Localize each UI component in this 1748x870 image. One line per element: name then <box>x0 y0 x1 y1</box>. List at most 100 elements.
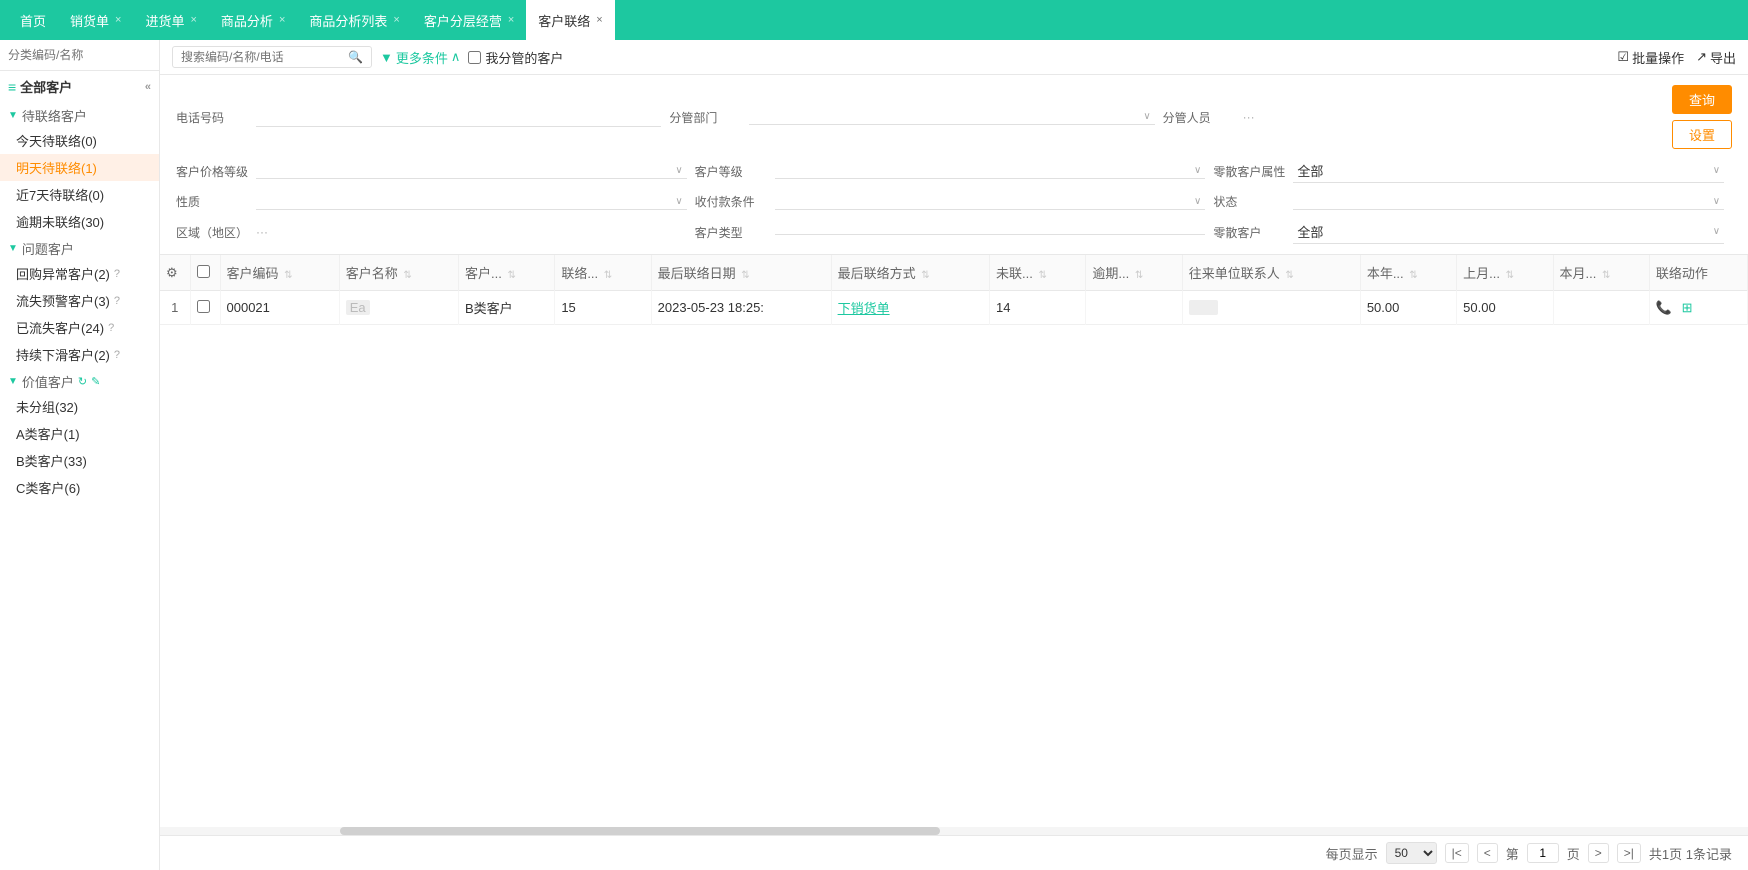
chevron-down-icon: ∨ <box>1143 111 1150 122</box>
col-gear[interactable]: ⚙ <box>160 255 190 291</box>
export-icon: ↗ <box>1696 49 1707 65</box>
phone-input[interactable] <box>256 108 661 127</box>
more-icon[interactable]: ··· <box>1243 110 1255 124</box>
payment-select[interactable]: ∨ <box>775 194 1206 210</box>
select-all-checkbox[interactable] <box>197 265 210 278</box>
scrollbar-thumb[interactable] <box>340 827 940 835</box>
query-button[interactable]: 查询 <box>1672 85 1732 114</box>
gear-icon[interactable]: ⚙ <box>166 265 178 280</box>
search-box[interactable]: 🔍 <box>172 46 372 68</box>
nav-item-product-analysis[interactable]: 商品分析 × <box>209 0 297 40</box>
sidebar-item-7days[interactable]: 近7天待联络(0) <box>0 181 159 208</box>
sidebar-item-today[interactable]: 今天待联络(0) <box>0 127 159 154</box>
export-button[interactable]: ↗ 导出 <box>1696 48 1736 67</box>
sort-icon: ⇅ <box>604 270 612 281</box>
sidebar-item-class-b[interactable]: B类客户(33) <box>0 447 159 474</box>
nav-item-home[interactable]: 首页 <box>8 0 58 40</box>
chevron-down-icon: ∨ <box>675 196 682 207</box>
last-page-button[interactable]: >| <box>1617 843 1641 863</box>
sidebar-item-declining[interactable]: 持续下滑客户(2) ? <box>0 341 159 368</box>
close-icon[interactable]: × <box>596 14 602 26</box>
row-last-method[interactable]: 下销货单 <box>831 291 989 325</box>
col-this-year: 本年... ⇅ <box>1360 255 1456 291</box>
retail-customer-select[interactable]: 全部 ∨ <box>1293 220 1724 244</box>
sidebar-item-class-c[interactable]: C类客户(6) <box>0 474 159 501</box>
sidebar-search-input[interactable] <box>8 48 160 62</box>
filter-field-dept: 分管部门 ∨ <box>669 109 1162 126</box>
action-phone-icon[interactable]: 📞 <box>1656 300 1672 315</box>
help-icon[interactable]: ? <box>108 322 114 334</box>
sidebar-all-customers[interactable]: ≡ 全部客户 « <box>0 71 159 102</box>
filter-field-phone: 电话号码 <box>176 108 669 127</box>
row-checkbox[interactable] <box>197 300 210 313</box>
filter-icon: ▼ <box>380 50 393 65</box>
table-footer: 每页显示 50 100 200 |< < 第 页 > >| 共1页 1条记录 <box>160 835 1748 870</box>
help-icon[interactable]: ? <box>114 349 120 361</box>
col-checkbox[interactable] <box>190 255 220 291</box>
edit-icon[interactable]: ✎ <box>91 375 100 388</box>
customer-table: ⚙ 客户编码 ⇅ 客户名称 ⇅ <box>160 255 1748 325</box>
sort-icon: ⇅ <box>1506 270 1514 281</box>
help-icon[interactable]: ? <box>114 295 120 307</box>
close-icon[interactable]: × <box>115 14 121 26</box>
sidebar-search-box[interactable]: 🔍 <box>0 40 159 71</box>
close-icon[interactable]: × <box>279 14 285 26</box>
page-input[interactable] <box>1527 843 1559 863</box>
sidebar-item-tomorrow[interactable]: 明天待联络(1) <box>0 154 159 181</box>
filter-row-4: 区域（地区） ··· 客户类型 零散客户 全部 ∨ <box>176 220 1732 244</box>
first-page-button[interactable]: |< <box>1445 843 1469 863</box>
filter-field-status: 状态 ∨ <box>1213 193 1732 210</box>
chevron-up-icon: ∧ <box>451 49 461 65</box>
nav-item-product-analysis-list[interactable]: 商品分析列表 × <box>297 0 411 40</box>
nav-item-sales[interactable]: 销货单 × <box>58 0 133 40</box>
filter-field-gender: 性质 ∨ <box>176 193 695 210</box>
col-code: 客户编码 ⇅ <box>220 255 339 291</box>
sidebar-item-ungrouped[interactable]: 未分组(32) <box>0 393 159 420</box>
nav-item-purchase[interactable]: 进货单 × <box>133 0 208 40</box>
action-grid-icon[interactable]: ⊞ <box>1682 300 1693 315</box>
search-input[interactable] <box>181 50 348 64</box>
region-more-icon[interactable]: ··· <box>256 225 268 239</box>
prev-page-button[interactable]: < <box>1477 843 1498 863</box>
row-checkbox-cell[interactable] <box>190 291 220 325</box>
gender-select[interactable]: ∨ <box>256 194 687 210</box>
next-page-button[interactable]: > <box>1588 843 1609 863</box>
filter-field-person: 分管人员 ··· <box>1163 109 1656 126</box>
close-icon[interactable]: × <box>393 14 399 26</box>
customer-grade-select[interactable]: ∨ <box>775 163 1206 179</box>
nav-item-customer-tier[interactable]: 客户分层经营 × <box>412 0 526 40</box>
my-customers-check[interactable] <box>468 51 481 64</box>
sidebar-item-abnormal-repurchase[interactable]: 回购异常客户(2) ? <box>0 260 159 287</box>
row-overdue <box>1086 291 1182 325</box>
dept-select[interactable]: ∨ <box>749 109 1154 125</box>
sort-icon: ⇅ <box>921 270 929 281</box>
sidebar-item-churned[interactable]: 已流失客户(24) ? <box>0 314 159 341</box>
sidebar-item-churn-warning[interactable]: 流失预警客户(3) ? <box>0 287 159 314</box>
refresh-icon[interactable]: ↻ <box>78 375 87 388</box>
page-size-select[interactable]: 50 100 200 <box>1386 842 1437 864</box>
sidebar-item-class-a[interactable]: A类客户(1) <box>0 420 159 447</box>
horizontal-scrollbar[interactable] <box>160 827 1748 835</box>
sidebar: 🔍 ≡ 全部客户 « ▼ 待联络客户 今天待联络(0) 明天待联络(1) 近7天… <box>0 40 160 870</box>
close-icon[interactable]: × <box>508 14 514 26</box>
help-icon[interactable]: ? <box>114 268 120 280</box>
customer-type-select[interactable] <box>775 230 1206 235</box>
setting-button[interactable]: 设置 <box>1672 120 1732 149</box>
more-filter-button[interactable]: ▼ 更多条件 ∧ <box>380 48 460 67</box>
filter-field-customer-grade: 客户等级 ∨ <box>695 163 1214 180</box>
nav-item-customer-contact[interactable]: 客户联络 × <box>526 0 614 40</box>
col-action: 联络动作 <box>1649 255 1747 291</box>
retail-attr-select[interactable]: 全部 ∨ <box>1293 159 1724 183</box>
chevron-down-icon: ∨ <box>1713 165 1720 176</box>
filter-row-1: 电话号码 分管部门 ∨ 分管人员 ··· 查询 设置 <box>176 85 1732 149</box>
batch-operation-button[interactable]: ☑ 批量操作 <box>1617 48 1684 67</box>
search-icon[interactable]: 🔍 <box>348 50 363 64</box>
status-select[interactable]: ∨ <box>1293 194 1724 210</box>
row-this-year: 50.00 <box>1360 291 1456 325</box>
checkbox-icon: ☑ <box>1617 49 1629 65</box>
chevron-down-icon: ∨ <box>1194 165 1201 176</box>
my-customers-checkbox[interactable]: 我分管的客户 <box>468 48 563 67</box>
sidebar-item-overdue[interactable]: 逾期未联络(30) <box>0 208 159 235</box>
close-icon[interactable]: × <box>190 14 196 26</box>
value-grade-select[interactable]: ∨ <box>256 163 687 179</box>
